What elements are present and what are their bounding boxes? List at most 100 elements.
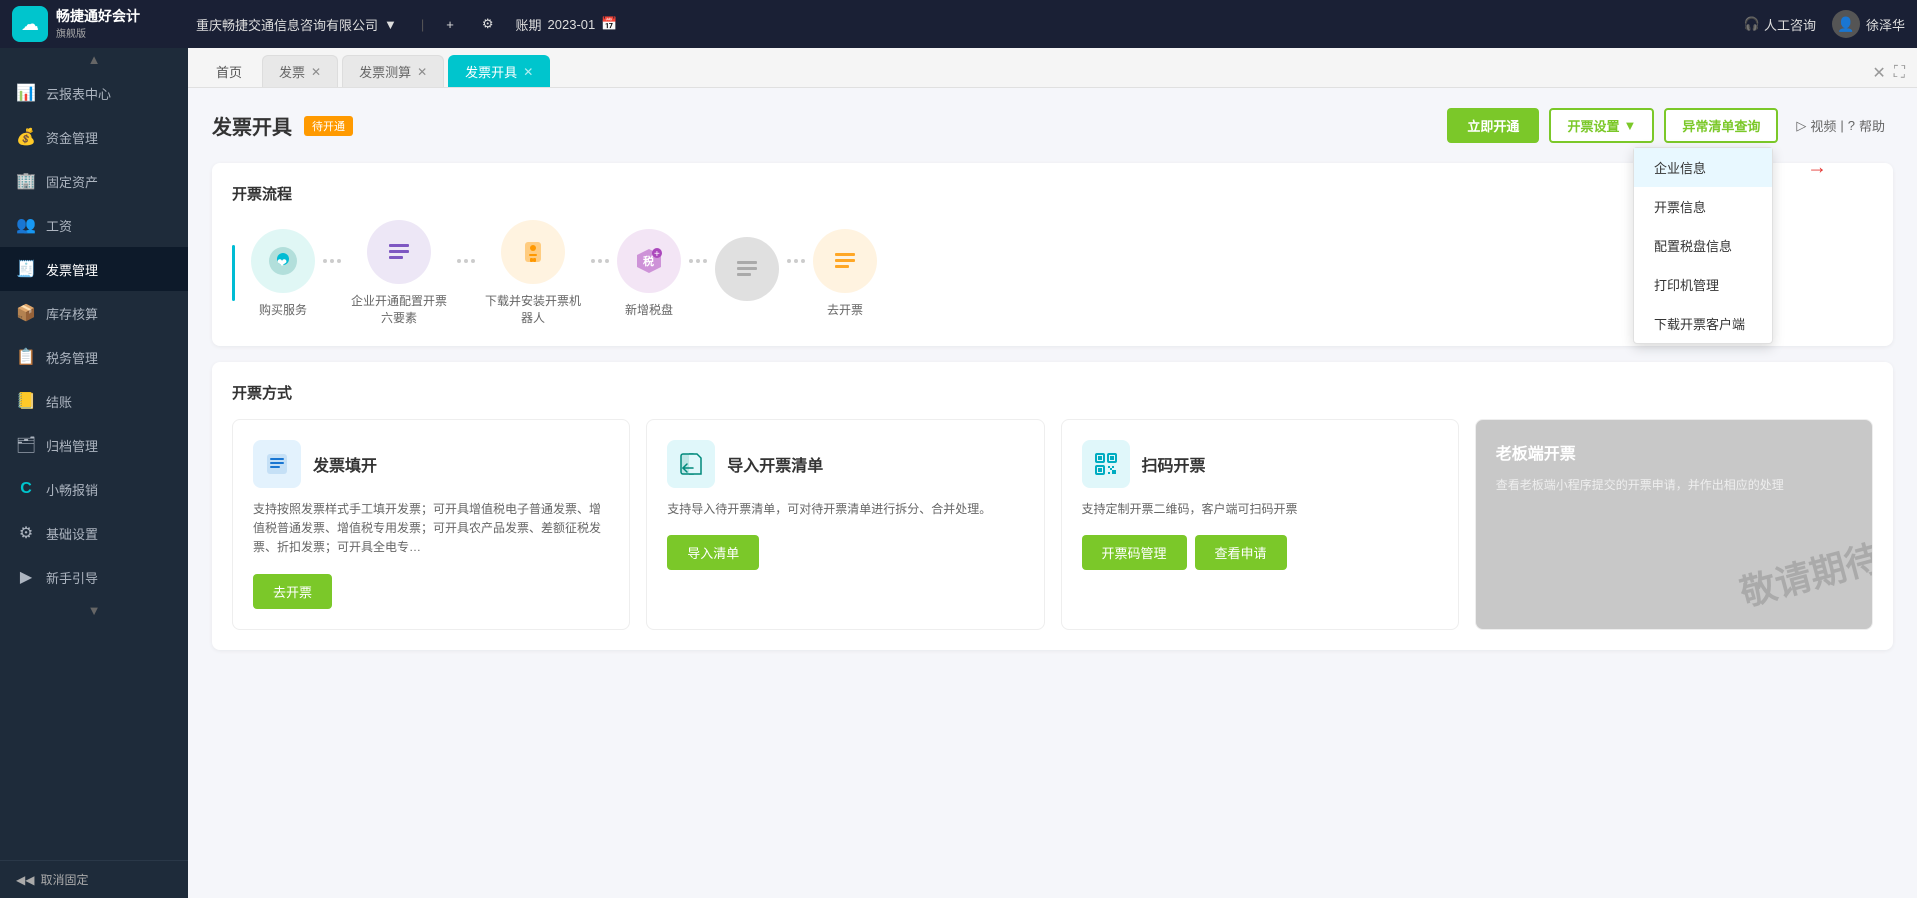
invoice-icon: 🧾 <box>16 259 36 279</box>
tab-invoice-open-close[interactable]: ✕ <box>523 65 533 79</box>
tab-invoice-label: 发票 <box>279 62 305 81</box>
settings-icon[interactable]: ⚙ <box>476 12 500 36</box>
company-info-label: 企业信息 <box>1654 161 1706 176</box>
boss-title: 老板端开票 <box>1496 440 1576 464</box>
import-list-button[interactable]: 导入清单 <box>667 535 759 570</box>
page-header: 发票开具 待开通 立即开通 开票设置 ▼ 异常清单查询 ▷ 视频 | <box>212 108 1893 143</box>
sidebar-label-invoice: 发票管理 <box>46 260 98 279</box>
flow-label-2: 企业开通配置开票六要素 <box>349 292 449 326</box>
methods-grid: 发票填开 支持按照发票样式手工填开发票；可开具增值税电子普通发票、增值税普通发票… <box>232 419 1873 630</box>
top-right: 🎧 人工咨询 👤 徐泽华 <box>1744 10 1905 38</box>
period-label: 账期 <box>516 15 542 34</box>
tab-bar-actions: ✕ ⛶ <box>1872 63 1905 87</box>
flow-icon-3 <box>501 220 565 284</box>
tab-invoice-open[interactable]: 发票开具 ✕ <box>448 55 550 87</box>
tab-expand-icon[interactable]: ⛶ <box>1894 64 1905 82</box>
sidebar-item-invoice[interactable]: 🧾 发票管理 <box>0 247 188 291</box>
flow-step-4: 税+ 新增税盘 <box>617 229 681 318</box>
boss-desc: 查看老板端小程序提交的开票申请，并作出相应的处理 <box>1496 476 1852 495</box>
flow-label-6: 去开票 <box>827 301 863 318</box>
sidebar-item-settlement[interactable]: 📒 结账 <box>0 379 188 423</box>
flow-icon-6 <box>813 229 877 293</box>
video-label: 视频 <box>1810 116 1836 135</box>
tab-home[interactable]: 首页 <box>200 56 258 87</box>
tax-icon: 📋 <box>16 347 36 367</box>
sidebar-item-guide[interactable]: ▶ 新手引导 <box>0 555 188 599</box>
period-value: 2023-01 <box>548 17 596 32</box>
settlement-icon: 📒 <box>16 391 36 411</box>
company-selector[interactable]: 重庆畅捷交通信息咨询有限公司 ▼ <box>188 11 405 38</box>
chevron-down-icon: ▼ <box>1623 118 1636 133</box>
app-edition: 旗舰版 <box>56 25 140 40</box>
dropdown-item-download-client[interactable]: 下载开票客户端 <box>1634 304 1772 343</box>
methods-section: 开票方式 发票填开 支持按照发票样式手工填开发票；可开具增值税电子普通发票、增值… <box>212 362 1893 650</box>
flow-connector-3 <box>583 259 617 263</box>
flow-bar <box>232 245 235 301</box>
archive-icon: 🗂 <box>16 435 36 455</box>
tab-invoice-close[interactable]: ✕ <box>311 65 321 79</box>
dropdown-menu: 企业信息 → 开票信息 配置税盘信息 打印机管理 <box>1633 147 1773 344</box>
flow-connector-1 <box>315 259 349 263</box>
page-title: 发票开具 <box>212 111 292 140</box>
sidebar-item-cloud-report[interactable]: 📊 云报表中心 <box>0 71 188 115</box>
cancel-fixed-icon: ◀◀ <box>16 873 34 887</box>
dropdown-item-invoice-info[interactable]: 开票信息 <box>1634 187 1772 226</box>
dropdown-item-tax-disk[interactable]: 配置税盘信息 <box>1634 226 1772 265</box>
cloud-report-icon: 📊 <box>16 83 36 103</box>
sidebar-item-fixed-asset[interactable]: 🏢 固定资产 <box>0 159 188 203</box>
fill-go-button[interactable]: 去开票 <box>253 574 332 609</box>
exception-button[interactable]: 异常清单查询 <box>1664 108 1778 143</box>
guide-icon: ▶ <box>16 567 36 587</box>
sidebar: ▲ 📊 云报表中心 💰 资金管理 🏢 固定资产 👥 工资 🧾 发票管理 <box>0 48 188 898</box>
methods-title: 开票方式 <box>232 382 1873 403</box>
flow-connector-2 <box>449 259 483 263</box>
scan-desc: 支持定制开票二维码，客户端可扫码开票 <box>1082 500 1438 519</box>
download-client-label: 下载开票客户端 <box>1654 317 1745 332</box>
app-name: 畅捷通好会计 <box>56 8 140 25</box>
sidebar-item-inventory[interactable]: 📦 库存核算 <box>0 291 188 335</box>
support-button[interactable]: 🎧 人工咨询 <box>1744 15 1816 34</box>
cancel-fixed-button[interactable]: ◀◀ 取消固定 <box>0 860 188 898</box>
page-actions: 立即开通 开票设置 ▼ 异常清单查询 ▷ 视频 | ? 帮助 <box>1447 108 1893 143</box>
sidebar-scroll-up[interactable]: ▲ <box>0 48 188 71</box>
flow-step-2: 企业开通配置开票六要素 <box>349 220 449 326</box>
chevron-down-icon: ▼ <box>384 17 397 32</box>
sidebar-label-inventory: 库存核算 <box>46 304 98 323</box>
tab-close-all-icon[interactable]: ✕ <box>1872 63 1885 83</box>
user-area[interactable]: 👤 徐泽华 <box>1832 10 1905 38</box>
help-icon: ? <box>1848 118 1855 133</box>
setting-button[interactable]: 开票设置 ▼ <box>1549 108 1654 143</box>
printer-label: 打印机管理 <box>1654 278 1719 293</box>
sidebar-item-report[interactable]: C 小畅报销 <box>0 467 188 511</box>
sidebar-item-payroll[interactable]: 👥 工资 <box>0 203 188 247</box>
sidebar-scroll-down[interactable]: ▼ <box>0 599 188 622</box>
scan-title: 扫码开票 <box>1142 452 1206 476</box>
user-avatar: 👤 <box>1832 10 1860 38</box>
play-icon: ▷ <box>1796 118 1806 134</box>
sidebar-label-fixed-asset: 固定资产 <box>46 172 98 191</box>
fill-desc: 支持按照发票样式手工填开发票；可开具增值税电子普通发票、增值税普通发票、增值税专… <box>253 500 609 558</box>
support-label: 人工咨询 <box>1764 15 1816 34</box>
dropdown-item-printer[interactable]: 打印机管理 <box>1634 265 1772 304</box>
add-button[interactable]: + <box>440 13 460 36</box>
view-apply-button[interactable]: 查看申请 <box>1195 535 1287 570</box>
cancel-fixed-label: 取消固定 <box>40 871 88 888</box>
invoice-info-label: 开票信息 <box>1654 200 1706 215</box>
sidebar-item-archive[interactable]: 🗂 归档管理 <box>0 423 188 467</box>
method-card-import: 导入开票清单 支持导入待开票清单，可对待开票清单进行拆分、合并处理。 导入清单 <box>646 419 1044 630</box>
tab-invoice-calc[interactable]: 发票测算 ✕ <box>342 55 444 87</box>
video-button[interactable]: ▷ 视频 | ? 帮助 <box>1788 110 1893 141</box>
sidebar-item-settings[interactable]: ⚙ 基础设置 <box>0 511 188 555</box>
flow-icon-4: 税+ <box>617 229 681 293</box>
activate-button[interactable]: 立即开通 <box>1447 108 1539 143</box>
dropdown-item-company-info[interactable]: 企业信息 → <box>1634 148 1772 187</box>
tab-home-label: 首页 <box>216 62 242 81</box>
sidebar-item-tax[interactable]: 📋 税务管理 <box>0 335 188 379</box>
tab-invoice[interactable]: 发票 ✕ <box>262 55 338 87</box>
main-area: ▲ 📊 云报表中心 💰 资金管理 🏢 固定资产 👥 工资 🧾 发票管理 <box>0 48 1917 898</box>
fixed-asset-icon: 🏢 <box>16 171 36 191</box>
company-name: 重庆畅捷交通信息咨询有限公司 <box>196 15 378 34</box>
tab-invoice-calc-close[interactable]: ✕ <box>417 65 427 79</box>
qr-manage-button[interactable]: 开票码管理 <box>1082 535 1187 570</box>
sidebar-item-fund[interactable]: 💰 资金管理 <box>0 115 188 159</box>
